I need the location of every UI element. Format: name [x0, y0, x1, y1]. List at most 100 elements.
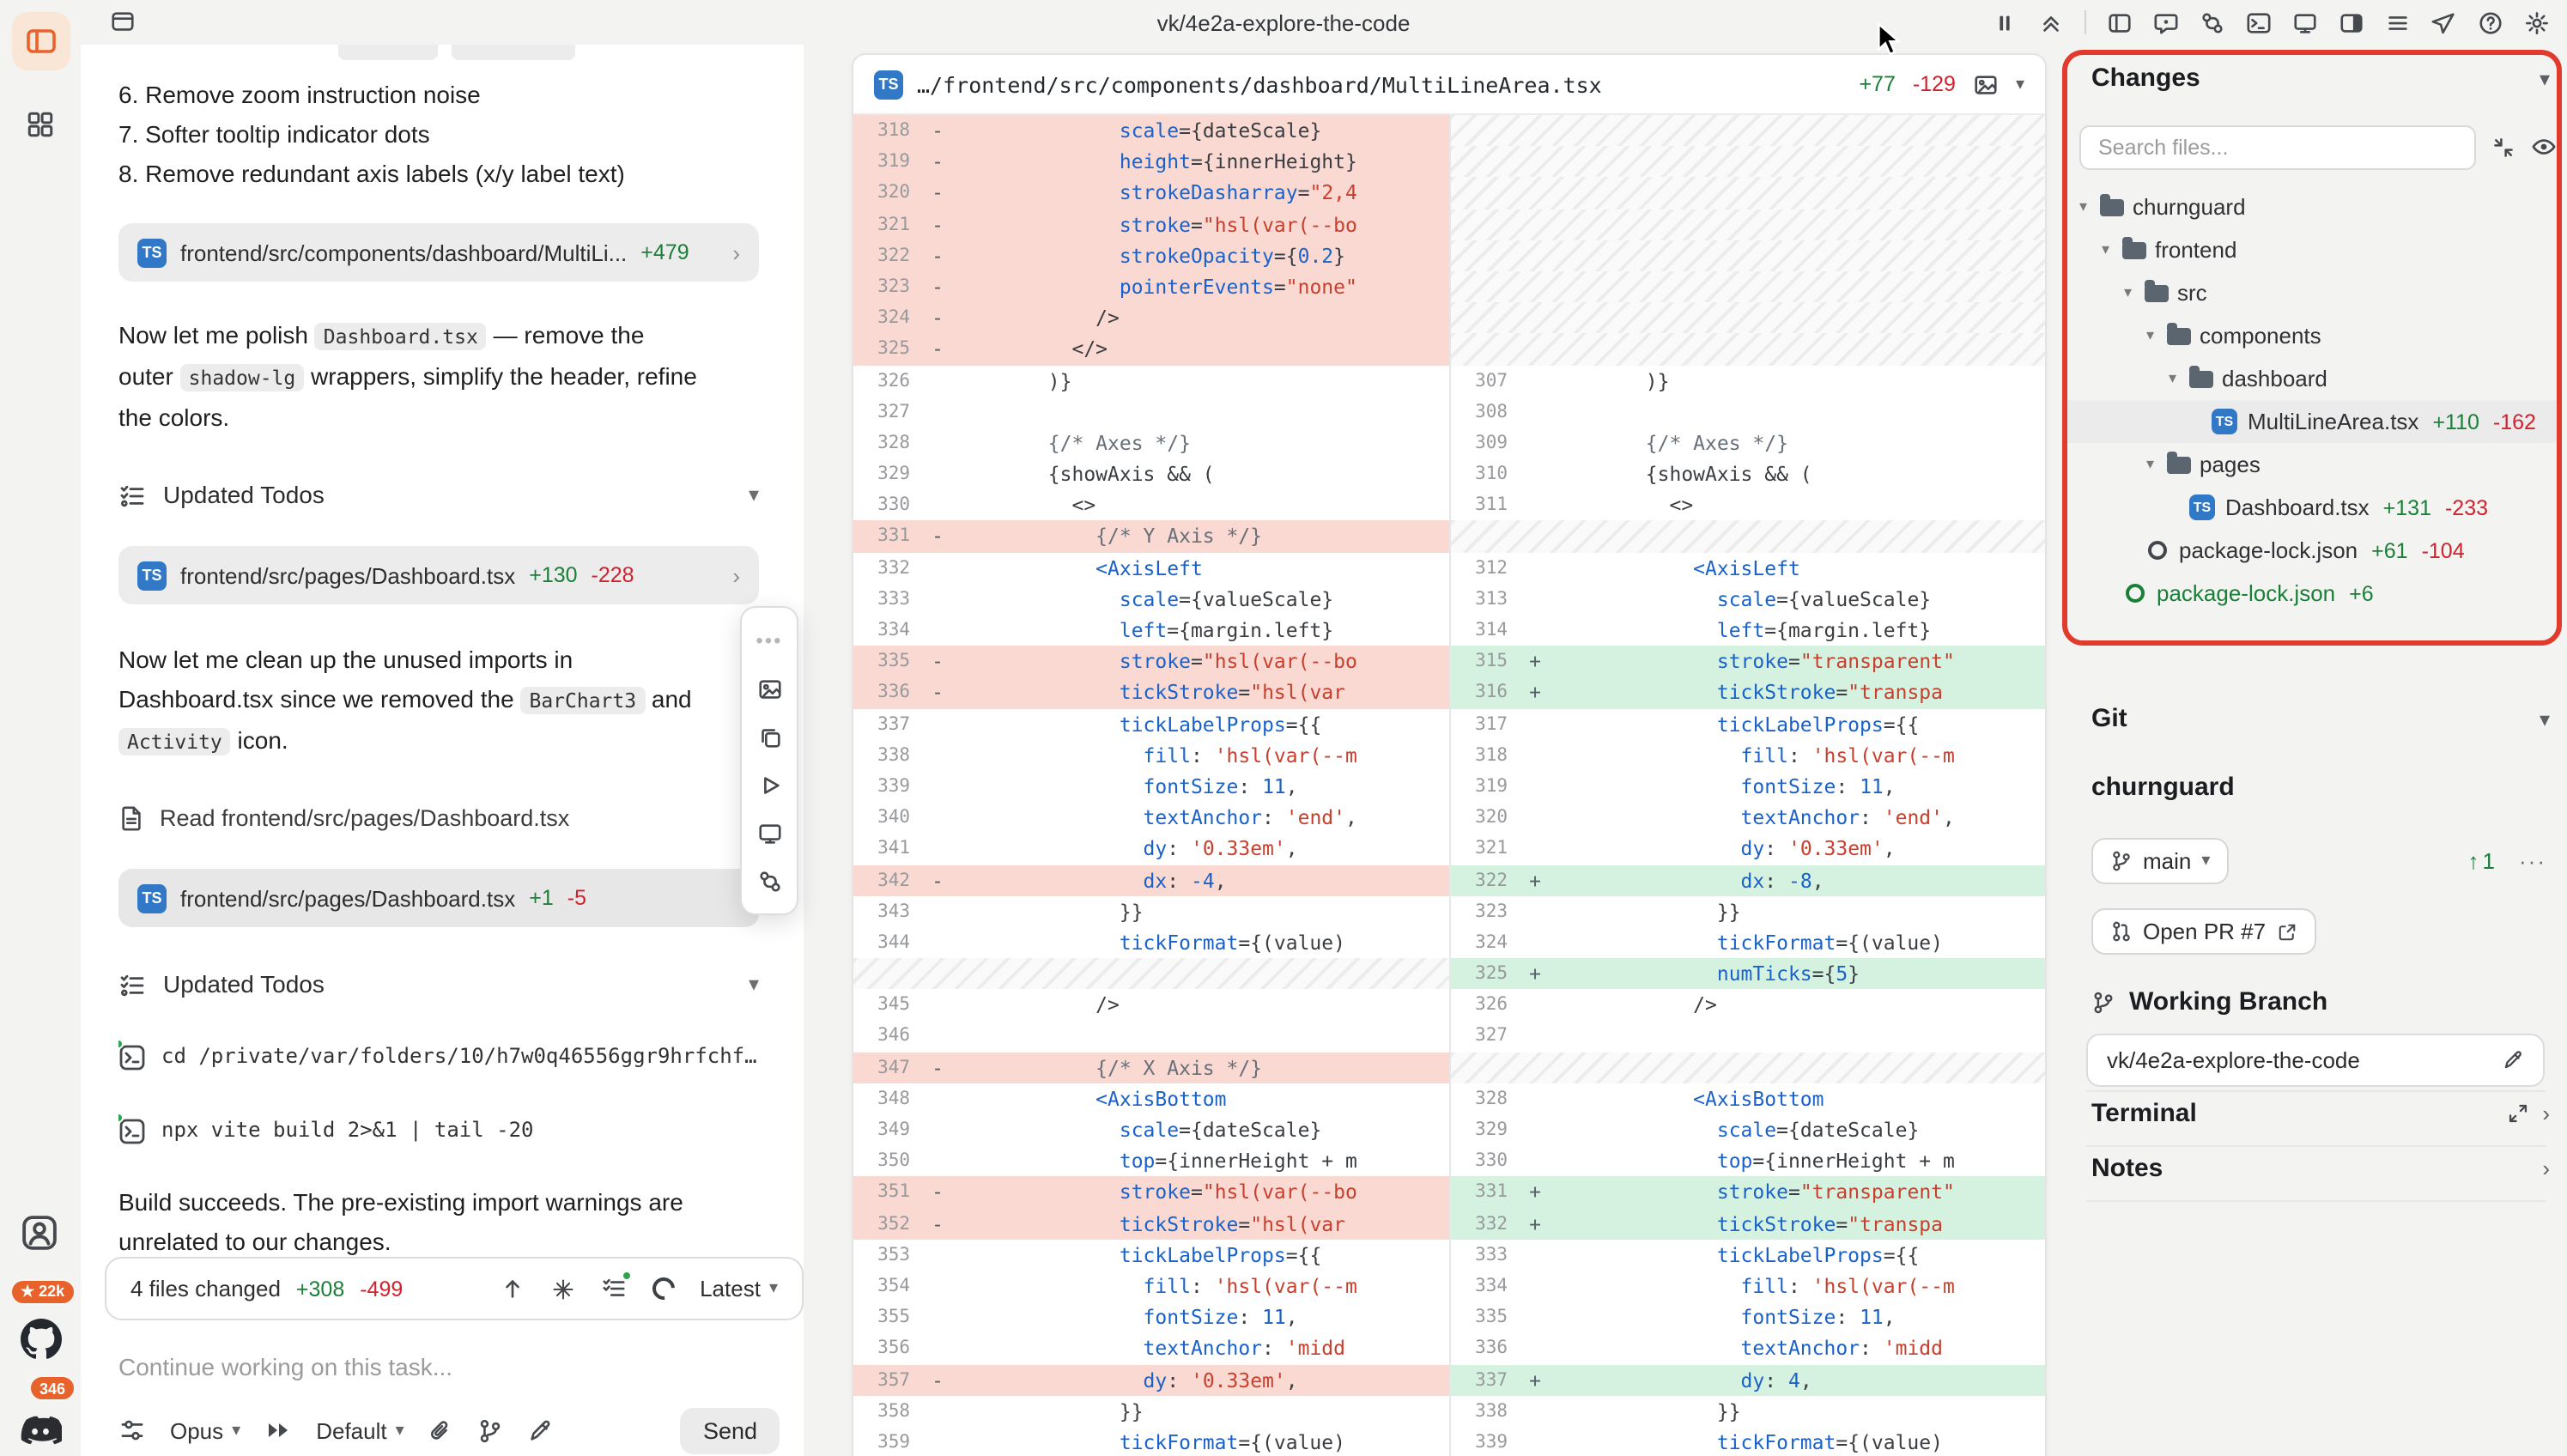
branch-icon[interactable] [478, 1417, 504, 1443]
chevron-right-icon[interactable]: › [2542, 1156, 2550, 1181]
grid-icon[interactable] [26, 110, 55, 139]
updated-todos-row[interactable]: Updated Todos ▾ [118, 476, 759, 515]
git-compare-icon[interactable] [2200, 9, 2225, 35]
sparkle-icon[interactable] [550, 1277, 574, 1301]
commits-ahead[interactable]: ↑1 [2468, 848, 2495, 874]
notes-section-header[interactable]: Notes › [2091, 1154, 2550, 1183]
git-section-header[interactable]: Git ▾ [2091, 704, 2550, 733]
tree-file-package-lock.json[interactable]: package-lock.json+61-104 [2066, 529, 2562, 572]
image-diff-icon[interactable] [1973, 71, 1999, 97]
diff-body: 318- scale={dateScale}319- height={inner… [853, 115, 2045, 1456]
repo-name: churnguard [2091, 773, 2235, 802]
mode-dropdown[interactable]: Default ▾ [316, 1417, 404, 1443]
discord-icon[interactable] [19, 1413, 62, 1456]
diff-row: 318- scale={dateScale} [853, 115, 2045, 146]
message-input[interactable] [118, 1343, 769, 1391]
tree-folder-frontend[interactable]: ▾frontend [2066, 228, 2562, 271]
profile-icon[interactable] [21, 1214, 58, 1252]
file-name: frontend/src/pages/Dashboard.tsx [180, 555, 515, 595]
pen-icon[interactable] [528, 1417, 554, 1443]
right-panel: Changes ▾ ▾churnguard▾frontend▾src▾compo… [2066, 45, 2567, 1456]
diff-row: 357- dy: '0.33em',337+ dy: 4, [853, 1364, 2045, 1395]
share-icon[interactable] [2431, 9, 2457, 35]
screenshot-icon[interactable] [742, 664, 797, 713]
typescript-icon: TS [137, 883, 167, 913]
chevron-right-icon[interactable]: › [2542, 1101, 2550, 1126]
watch-toggle-icon[interactable] [2531, 134, 2557, 160]
collapse-up-icon[interactable] [2038, 9, 2064, 35]
chevron-down-icon[interactable]: ▾ [2540, 707, 2550, 731]
diff-old-cell: 345 /> [853, 990, 1449, 1021]
menu-icon[interactable] [2385, 9, 2411, 35]
file-edit-chip[interactable]: TS frontend/src/pages/Dashboard.tsx +1 -… [118, 869, 759, 927]
folder-icon [2167, 456, 2191, 473]
latest-dropdown[interactable]: Latest ▾ [700, 1276, 778, 1301]
tree-folder-src[interactable]: ▾src [2066, 271, 2562, 314]
branch-selector[interactable]: main ▾ [2091, 838, 2229, 884]
scroll-up-icon[interactable] [499, 1276, 525, 1301]
git-compare-icon[interactable] [742, 857, 797, 905]
pause-icon[interactable] [1992, 9, 2018, 35]
tree-folder-pages[interactable]: ▾pages [2066, 443, 2562, 486]
diff-new-cell: 315+ stroke="transparent" [1449, 646, 2045, 676]
diff-row: 346327 [853, 1021, 2045, 1052]
updated-todos-row[interactable]: Updated Todos ▾ [118, 965, 759, 1004]
panel-left-icon[interactable] [2107, 9, 2133, 35]
attach-icon[interactable] [428, 1417, 454, 1443]
working-branch-field[interactable]: vk/4e2a-explore-the-code [2086, 1034, 2545, 1087]
fast-forward-icon[interactable] [264, 1417, 292, 1444]
diff-summary-bar[interactable]: 4 files changed +308 -499 Latest ▾ [105, 1257, 804, 1320]
edit-icon[interactable] [2502, 1049, 2524, 1071]
chevron-down-icon: ▾ [396, 1421, 404, 1440]
search-input[interactable] [2079, 124, 2476, 169]
chevron-down-icon[interactable]: ▾ [2102, 240, 2122, 259]
terminal-icon[interactable] [2246, 9, 2272, 35]
open-pr-button[interactable]: Open PR #7 [2091, 908, 2315, 955]
chevron-down-icon[interactable]: ▾ [2540, 66, 2550, 90]
checklist-icon [118, 482, 146, 509]
chevron-down-icon[interactable]: ▾ [2146, 455, 2167, 474]
tree-file-Dashboard.tsx[interactable]: TSDashboard.tsx+131-233 [2066, 486, 2562, 529]
chevron-down-icon[interactable]: ▾ [2016, 75, 2024, 94]
topbar-actions [1992, 0, 2550, 45]
tree-file-package-lock.json[interactable]: package-lock.json+6 [2066, 572, 2562, 615]
copy-icon[interactable] [742, 713, 797, 761]
collapse-all-icon[interactable] [2491, 135, 2515, 159]
tree-folder-churnguard[interactable]: ▾churnguard [2066, 185, 2562, 228]
git-menu-icon[interactable]: ··· [2519, 848, 2546, 874]
panel-right-icon[interactable] [2339, 9, 2364, 35]
chevron-down-icon[interactable]: ▾ [2124, 283, 2145, 302]
tree-folder-dashboard[interactable]: ▾dashboard [2066, 357, 2562, 400]
file-label: package-lock.json [2179, 537, 2358, 563]
diff-row: 341 dy: '0.33em',321 dy: '0.33em', [853, 834, 2045, 864]
chevron-down-icon[interactable]: ▾ [2169, 369, 2189, 388]
chevron-down-icon[interactable]: ▾ [2146, 326, 2167, 345]
file-edit-chip[interactable]: TS frontend/src/pages/Dashboard.tsx +130… [118, 546, 759, 604]
file-search-row [2079, 124, 2557, 170]
app-logo[interactable] [12, 12, 70, 70]
terminal-command-row[interactable]: npx vite build 2>&1 | tail -20 [118, 1111, 759, 1150]
expand-icon[interactable] [2506, 1102, 2528, 1125]
play-icon[interactable] [742, 761, 797, 809]
settings-sliders-icon[interactable] [118, 1417, 146, 1444]
diff-old-cell: 354 fill: 'hsl(var(--m [853, 1271, 1449, 1301]
more-options-icon[interactable]: ••• [742, 616, 797, 664]
github-icon[interactable] [21, 1319, 62, 1368]
help-icon[interactable] [2478, 9, 2503, 35]
file-edit-chip[interactable]: TS frontend/src/components/dashboard/Mul… [118, 223, 759, 282]
chevron-down-icon[interactable]: ▾ [2079, 197, 2100, 216]
chat-bubble-icon[interactable] [2153, 9, 2179, 35]
terminal-section-header[interactable]: Terminal › [2091, 1099, 2550, 1128]
gear-icon[interactable] [2524, 9, 2550, 35]
monitor-icon[interactable] [2292, 9, 2318, 35]
read-file-row[interactable]: Read frontend/src/pages/Dashboard.tsx [118, 798, 759, 838]
send-button[interactable]: Send [681, 1407, 780, 1453]
changes-section-header[interactable]: Changes ▾ [2091, 64, 2550, 93]
todos-status-icon[interactable] [600, 1276, 626, 1301]
model-dropdown[interactable]: Opus ▾ [170, 1417, 240, 1443]
terminal-command-row[interactable]: cd /private/var/folders/10/h7w0q46556ggr… [118, 1037, 759, 1077]
monitor-icon[interactable] [742, 809, 797, 857]
files-changed-label: 4 files changed [130, 1276, 281, 1301]
tree-file-MultiLineArea.tsx[interactable]: TSMultiLineArea.tsx+110-162 [2066, 400, 2562, 443]
tree-folder-components[interactable]: ▾components [2066, 314, 2562, 357]
